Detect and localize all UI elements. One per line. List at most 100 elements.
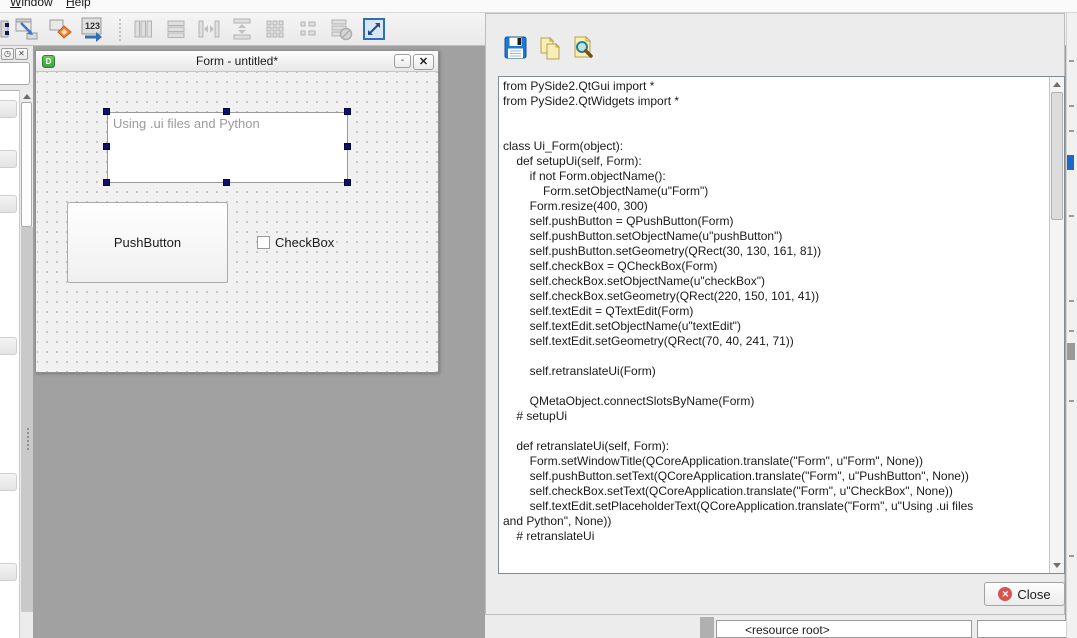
widget-box-scrollbar[interactable] [19, 90, 33, 638]
layout-form-icon[interactable] [295, 16, 321, 42]
code-line: Form.setObjectName(u"Form") [503, 184, 1047, 199]
code-line: from PySide2.QtGui import * [503, 79, 1047, 94]
code-view[interactable]: from PySide2.QtGui import *from PySide2.… [498, 76, 1065, 574]
layout-vertical-icon[interactable] [163, 16, 189, 42]
selection-handle-bottom-mid[interactable] [223, 179, 230, 186]
code-vertical-scrollbar[interactable] [1049, 77, 1064, 573]
code-line: # retranslateUi [503, 529, 1047, 544]
code-line [503, 124, 1047, 139]
code-line: self.checkBox.setObjectName(u"checkBox") [503, 274, 1047, 289]
layout-horizontal-splitter-icon[interactable] [196, 16, 222, 42]
code-line [503, 349, 1047, 364]
widget-box-list[interactable] [0, 90, 19, 638]
scrollbar-thumb[interactable] [1051, 92, 1063, 220]
code-line: self.pushButton.setText(QCoreApplication… [503, 469, 1047, 484]
selection-handle-bottom-left[interactable] [103, 179, 110, 186]
scrollbar-thumb[interactable] [21, 102, 32, 227]
layout-grid-icon[interactable] [262, 16, 288, 42]
code-line: QMetaObject.connectSlotsByName(Form) [503, 394, 1047, 409]
code-line: def setupUi(self, Form): [503, 154, 1047, 169]
resource-tree[interactable]: <resource root> [716, 620, 972, 638]
code-line: class Ui_Form(object): [503, 139, 1047, 154]
widget-category-row[interactable] [0, 100, 17, 118]
find-icon[interactable] [571, 36, 597, 62]
widget-box-dock: ◷ ✕ [0, 46, 33, 638]
resource-root-item[interactable]: <resource root> [745, 623, 830, 637]
code-line: and Python", None)) [503, 514, 1047, 529]
form-window-titlebar[interactable]: D Form - untitled* - ✕ [36, 51, 438, 72]
edit-widgets-icon[interactable] [0, 16, 13, 42]
selection-handle-mid-right[interactable] [344, 143, 351, 150]
checkbox-label: CheckBox [275, 235, 334, 250]
widget-filter-input[interactable] [0, 62, 30, 85]
save-icon[interactable] [504, 36, 530, 62]
pushbutton-widget[interactable]: PushButton [67, 202, 228, 283]
code-line [503, 424, 1047, 439]
code-line: self.textEdit.setPlaceholderText(QCoreAp… [503, 499, 1047, 514]
code-line: self.pushButton = QPushButton(Form) [503, 214, 1047, 229]
selection-handle-bottom-right[interactable] [344, 179, 351, 186]
toolbar-separator [119, 19, 121, 41]
selection-handle-top-right[interactable] [344, 108, 351, 115]
code-line: self.pushButton.setGeometry(QRect(30, 13… [503, 244, 1047, 259]
svg-text:123: 123 [85, 21, 100, 31]
adjust-size-icon[interactable] [361, 16, 387, 42]
close-button[interactable]: ✕ [413, 54, 434, 70]
close-button-label: Close [1017, 587, 1050, 602]
layout-horizontal-icon[interactable] [130, 16, 156, 42]
code-line: self.pushButton.setObjectName(u"pushButt… [503, 229, 1047, 244]
copy-icon[interactable] [538, 36, 564, 62]
form-canvas[interactable]: Using .ui files and Python PushButton Ch… [37, 72, 438, 372]
resource-browser-panel: <resource root> [485, 615, 1065, 638]
scroll-up-arrow-icon[interactable] [1053, 82, 1061, 87]
widget-category-row[interactable] [0, 563, 17, 581]
widget-category-row[interactable] [0, 150, 17, 168]
scrollbar-edge [1067, 343, 1075, 360]
widget-category-row[interactable] [0, 473, 17, 491]
selection-handle-top-left[interactable] [103, 108, 110, 115]
code-line: self.retranslateUi(Form) [503, 364, 1047, 379]
checkbox-indicator[interactable] [257, 236, 270, 249]
scroll-up-arrow-icon[interactable] [23, 94, 31, 99]
dock-splitter-handle[interactable] [27, 428, 29, 452]
code-line: self.textEdit = QTextEdit(Form) [503, 304, 1047, 319]
code-line: Form.resize(400, 300) [503, 199, 1047, 214]
break-layout-icon[interactable] [328, 16, 354, 42]
code-line: self.checkBox.setGeometry(QRect(220, 150… [503, 289, 1047, 304]
close-red-icon: ✕ [998, 587, 1012, 601]
scroll-down-arrow-icon[interactable] [1053, 563, 1061, 568]
minimize-button[interactable]: - [394, 54, 411, 68]
form-editor-window: D Form - untitled* - ✕ Using .ui files a… [35, 50, 439, 373]
code-line: from PySide2.QtWidgets import * [503, 94, 1047, 109]
textedit-placeholder: Using .ui files and Python [113, 116, 260, 131]
code-line: self.textEdit.setGeometry(QRect(70, 40, … [503, 334, 1047, 349]
code-line: def retranslateUi(self, Form): [503, 439, 1047, 454]
close-dialog-button[interactable]: ✕ Close [984, 582, 1065, 606]
layout-vertical-splitter-icon[interactable] [229, 16, 255, 42]
code-line [503, 109, 1047, 124]
form-window-title: Form - untitled* [36, 54, 438, 68]
edit-tab-order-icon[interactable]: 123 [80, 16, 106, 42]
resource-splitter-handle[interactable] [700, 617, 714, 638]
dock-close-button[interactable]: ✕ [15, 48, 28, 60]
widget-category-row[interactable] [0, 195, 17, 213]
checkbox-widget[interactable]: CheckBox [257, 222, 358, 263]
selection-handle-mid-left[interactable] [103, 143, 110, 150]
right-panel-edge [1066, 13, 1077, 638]
selection-handle-top-mid[interactable] [223, 108, 230, 115]
menu-bar: Window Help [0, 0, 1077, 13]
edit-signals-slots-icon[interactable] [14, 16, 40, 42]
dock-float-button[interactable]: ◷ [1, 48, 14, 60]
selected-row-edge [1067, 155, 1074, 170]
scrollbar-track [21, 227, 33, 612]
menu-item-help[interactable]: Help [66, 0, 91, 9]
qt-designer-main-window: Window Help 123 [0, 0, 1077, 638]
resource-preview-pane[interactable] [977, 620, 1067, 638]
menu-item-window[interactable]: Window [10, 0, 53, 9]
code-line: Form.setWindowTitle(QCoreApplication.tra… [503, 454, 1047, 469]
widget-category-row[interactable] [0, 337, 17, 355]
edit-buddies-icon[interactable] [48, 16, 74, 42]
code-line: self.textEdit.setObjectName(u"textEdit") [503, 319, 1047, 334]
code-preview-dialog: from PySide2.QtGui import *from PySide2.… [485, 13, 1065, 615]
textedit-widget[interactable]: Using .ui files and Python [107, 112, 348, 183]
